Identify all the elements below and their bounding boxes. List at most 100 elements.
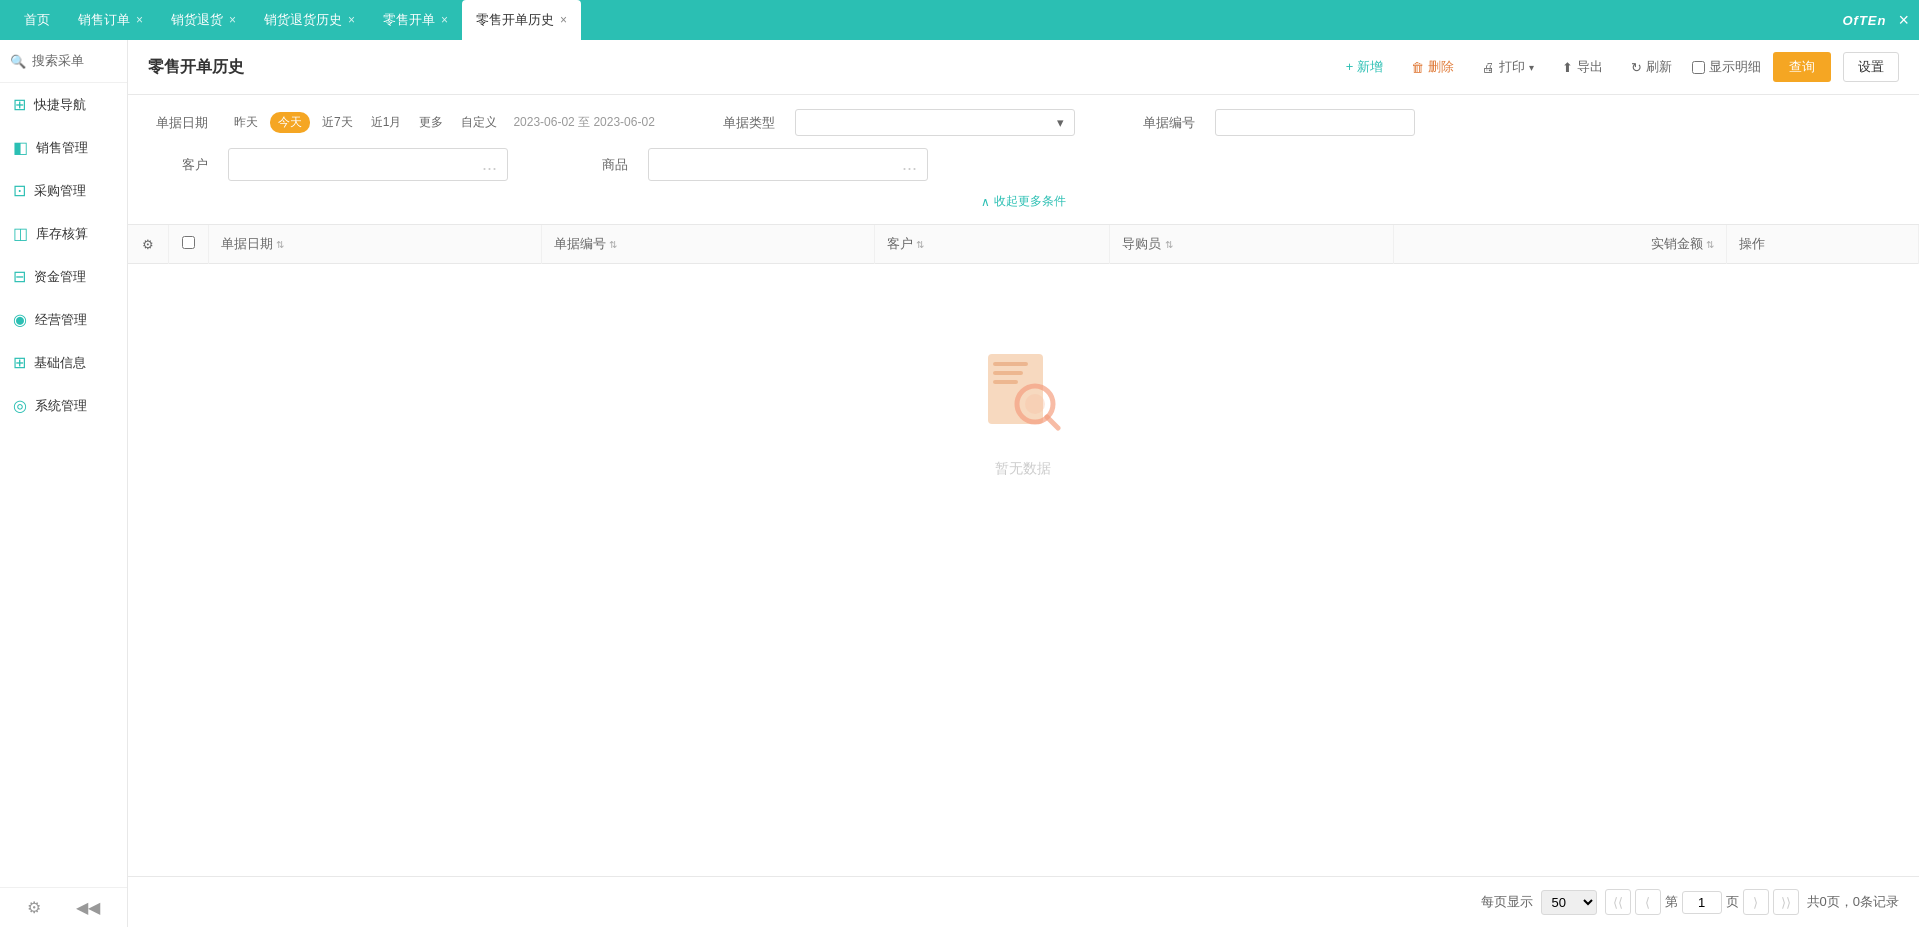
- goods-dots[interactable]: ...: [902, 154, 917, 175]
- top-bar: 首页 销售订单 × 销货退货 × 销货退货历史 × 零售开单 × 零售开单历史 …: [0, 0, 1919, 40]
- close-tab-retail-history[interactable]: ×: [560, 13, 567, 27]
- svg-rect-3: [993, 380, 1018, 384]
- sales-mgmt-icon: ◧: [13, 138, 28, 157]
- pagination: 每页显示 50 10 20 100 ⟨⟨ ⟨ 第 页 ⟩ ⟩⟩ 共0页，0条记录: [128, 876, 1919, 927]
- show-detail-input[interactable]: [1692, 61, 1705, 74]
- search-icon: 🔍: [10, 54, 26, 69]
- customer-dots[interactable]: ...: [482, 154, 497, 175]
- tab-sales-return-history[interactable]: 销货退货历史 ×: [250, 0, 369, 40]
- print-button[interactable]: 🖨 打印 ▾: [1474, 54, 1542, 80]
- sort-date-icon: ⇅: [276, 239, 284, 250]
- collapse-button[interactable]: ∧ 收起更多条件: [981, 193, 1066, 210]
- sidebar-item-inventory[interactable]: ◫ 库存核算: [0, 212, 127, 255]
- next-page-button[interactable]: ⟩: [1743, 889, 1769, 915]
- refresh-button[interactable]: ↻ 刷新: [1623, 54, 1680, 80]
- goods-input[interactable]: ...: [648, 148, 928, 181]
- goods-label: 商品: [568, 156, 628, 174]
- per-page-label: 每页显示: [1481, 893, 1533, 911]
- table-area: ⚙ 单据日期 ⇅ 单据编号 ⇅: [128, 225, 1919, 876]
- shortcut-1month[interactable]: 近1月: [365, 112, 408, 133]
- filter-row-2: 客户 ... 商品 ...: [148, 148, 1899, 181]
- top-close[interactable]: ×: [1898, 10, 1909, 31]
- col-amount[interactable]: 实销金额 ⇅: [1394, 225, 1727, 264]
- tab-sales-return[interactable]: 销货退货 ×: [157, 0, 250, 40]
- finance-icon: ⊟: [13, 267, 26, 286]
- type-select[interactable]: ▾: [795, 109, 1075, 136]
- empty-icon: [973, 344, 1073, 444]
- table-header: ⚙ 单据日期 ⇅ 单据编号 ⇅: [128, 225, 1919, 264]
- settings-button[interactable]: 设置: [1843, 52, 1899, 82]
- select-all-checkbox[interactable]: [182, 236, 195, 249]
- sort-amount-icon: ⇅: [1706, 239, 1714, 250]
- sidebar-item-system[interactable]: ◎ 系统管理: [0, 384, 127, 427]
- shortcut-custom[interactable]: 自定义: [455, 112, 503, 133]
- system-icon: ◎: [13, 396, 27, 415]
- svg-line-5: [1047, 417, 1058, 428]
- order-no-input[interactable]: [1215, 109, 1415, 136]
- customer-label: 客户: [148, 156, 208, 174]
- col-guide[interactable]: 导购员 ⇅: [1110, 225, 1394, 264]
- sidebar-bottom: ⚙ ◀◀: [0, 887, 127, 927]
- print-dropdown-icon: ▾: [1529, 62, 1534, 73]
- add-button[interactable]: + 新增: [1338, 54, 1391, 80]
- prev-page-button[interactable]: ⟨: [1635, 889, 1661, 915]
- base-info-icon: ⊞: [13, 353, 26, 372]
- date-range-display: 2023-06-02 至 2023-06-02: [513, 114, 654, 131]
- print-icon: 🖨: [1482, 60, 1495, 75]
- top-brand: OfTEn: [1842, 13, 1886, 28]
- page-nav: ⟨⟨ ⟨ 第 页 ⟩ ⟩⟩: [1605, 889, 1799, 915]
- per-page-select[interactable]: 50 10 20 100: [1541, 890, 1597, 915]
- table-settings-icon[interactable]: ⚙: [142, 237, 154, 252]
- empty-state: 暂无数据: [128, 264, 1919, 558]
- col-checkbox[interactable]: [168, 225, 208, 264]
- table-body: 暂无数据: [128, 264, 1919, 559]
- toolbar: + 新增 🗑 删除 🖨 打印 ▾ ⬆ 导出 ↻ 刷新: [1338, 52, 1899, 82]
- sidebar-item-purchase-mgmt[interactable]: ⊡ 采购管理: [0, 169, 127, 212]
- inventory-icon: ◫: [13, 224, 28, 243]
- type-select-arrow: ▾: [1057, 115, 1064, 130]
- sidebar-collapse-icon[interactable]: ◀◀: [76, 898, 100, 917]
- content-area: 零售开单历史 + 新增 🗑 删除 🖨 打印 ▾ ⬆ 导出: [128, 40, 1919, 927]
- col-date[interactable]: 单据日期 ⇅: [208, 225, 541, 264]
- close-tab-sales-return-history[interactable]: ×: [348, 13, 355, 27]
- sidebar-item-finance[interactable]: ⊟ 资金管理: [0, 255, 127, 298]
- col-order-no[interactable]: 单据编号 ⇅: [541, 225, 874, 264]
- col-customer[interactable]: 客户 ⇅: [874, 225, 1109, 264]
- query-button[interactable]: 查询: [1773, 52, 1831, 82]
- filter-row-1: 单据日期 昨天 今天 近7天 近1月 更多 自定义 2023-06-02 至 2…: [148, 109, 1899, 136]
- empty-text: 暂无数据: [995, 460, 1051, 478]
- shortcut-more[interactable]: 更多: [413, 112, 449, 133]
- sidebar-item-sales-mgmt[interactable]: ◧ 销售管理: [0, 126, 127, 169]
- close-tab-sales-order[interactable]: ×: [136, 13, 143, 27]
- tab-sales-order[interactable]: 销售订单 ×: [64, 0, 157, 40]
- collapse-icon: ∧: [981, 195, 990, 209]
- col-settings[interactable]: ⚙: [128, 225, 168, 264]
- first-page-button[interactable]: ⟨⟨: [1605, 889, 1631, 915]
- page-title: 零售开单历史: [148, 57, 244, 78]
- sidebar-search[interactable]: 🔍 搜索采单: [0, 40, 127, 83]
- delete-icon: 🗑: [1411, 60, 1424, 75]
- tab-retail-history[interactable]: 零售开单历史 ×: [462, 0, 581, 40]
- close-tab-sales-return[interactable]: ×: [229, 13, 236, 27]
- customer-input[interactable]: ...: [228, 148, 508, 181]
- sidebar-item-base-info[interactable]: ⊞ 基础信息: [0, 341, 127, 384]
- shortcut-7days[interactable]: 近7天: [316, 112, 359, 133]
- close-tab-retail-open[interactable]: ×: [441, 13, 448, 27]
- show-detail-checkbox[interactable]: 显示明细: [1692, 58, 1761, 76]
- shortcut-yesterday[interactable]: 昨天: [228, 112, 264, 133]
- col-action: 操作: [1727, 225, 1919, 264]
- sidebar-item-operations[interactable]: ◉ 经营管理: [0, 298, 127, 341]
- export-icon: ⬆: [1562, 60, 1573, 75]
- date-label: 单据日期: [148, 114, 208, 132]
- sidebar-item-quick-nav[interactable]: ⊞ 快捷导航: [0, 83, 127, 126]
- data-table: ⚙ 单据日期 ⇅ 单据编号 ⇅: [128, 225, 1919, 558]
- tab-home[interactable]: 首页: [10, 11, 64, 29]
- page-input[interactable]: [1682, 891, 1722, 914]
- top-right-area: OfTEn ×: [1842, 10, 1909, 31]
- delete-button[interactable]: 🗑 删除: [1403, 54, 1462, 80]
- shortcut-today[interactable]: 今天: [270, 112, 310, 133]
- tab-retail-open[interactable]: 零售开单 ×: [369, 0, 462, 40]
- export-button[interactable]: ⬆ 导出: [1554, 54, 1611, 80]
- sidebar-settings-icon[interactable]: ⚙: [27, 898, 41, 917]
- last-page-button[interactable]: ⟩⟩: [1773, 889, 1799, 915]
